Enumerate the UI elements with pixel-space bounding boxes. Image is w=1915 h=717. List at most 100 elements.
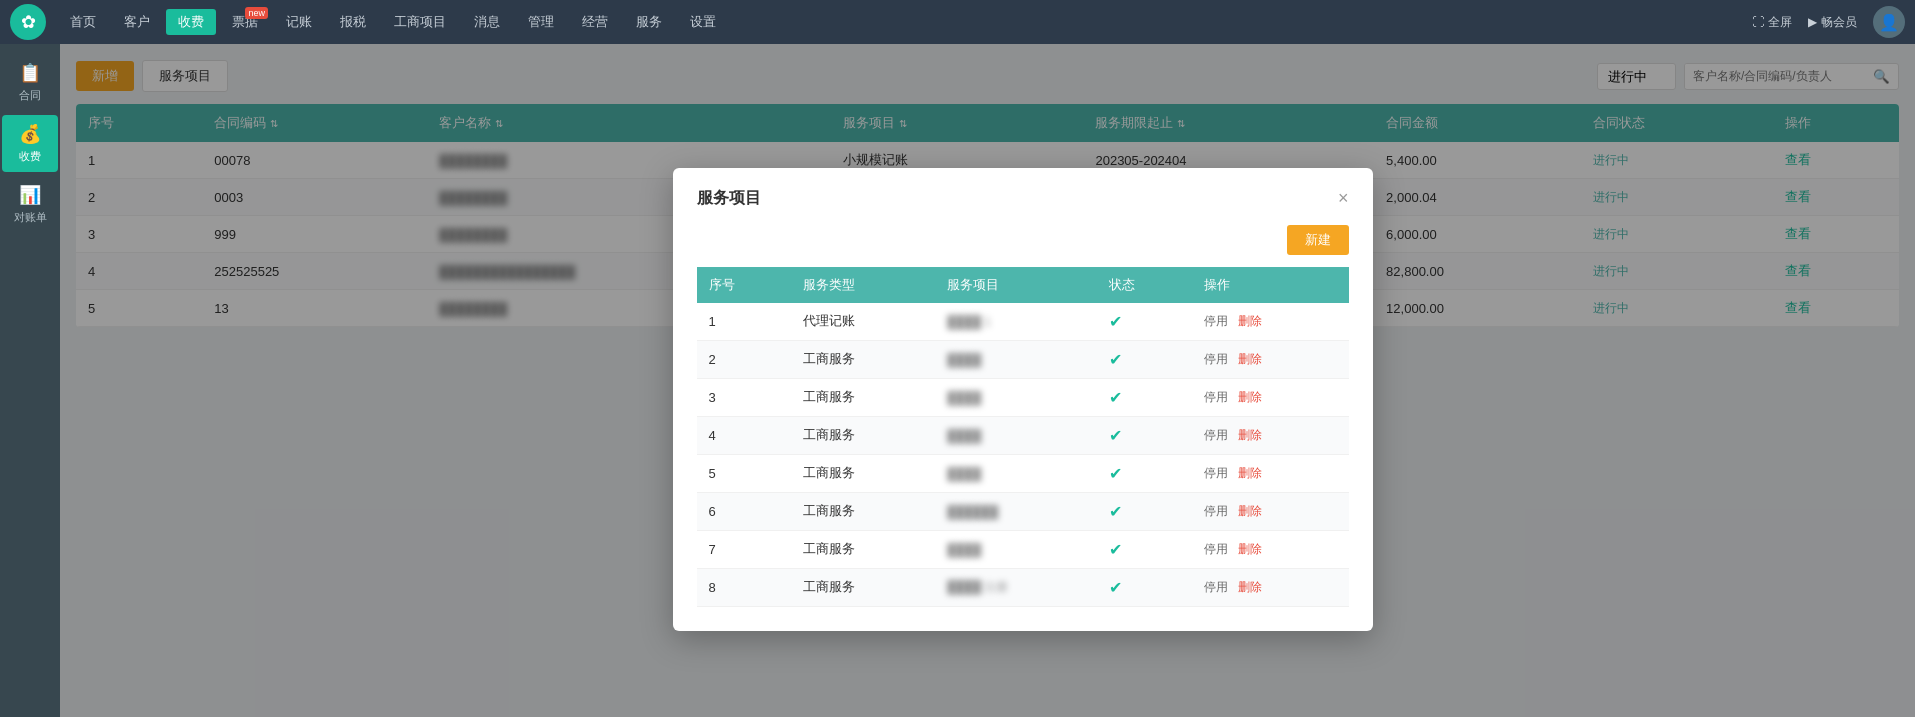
delete-button[interactable]: 删除 xyxy=(1238,466,1262,480)
modal-cell-actions: 停用 删除 xyxy=(1192,568,1349,606)
modal-cell-status: ✔ xyxy=(1097,378,1192,416)
main-layout: 📋 合同 💰 收费 📊 对账单 新增 服务项目 进行中 已结束 全部 xyxy=(0,44,1915,717)
modal-cell-type: 代理记账 xyxy=(791,303,935,341)
modal-col-seq: 序号 xyxy=(697,267,792,303)
stop-button[interactable]: 停用 xyxy=(1204,466,1228,480)
modal-col-item: 服务项目 xyxy=(935,267,1097,303)
modal-cell-actions: 停用 删除 xyxy=(1192,303,1349,341)
play-icon: ▶ xyxy=(1808,15,1817,29)
modal-table-row: 1 代理记账 ████ 1 ✔ 停用 删除 xyxy=(697,303,1349,341)
status-check-icon: ✔ xyxy=(1109,351,1122,368)
modal-cell-actions: 停用 删除 xyxy=(1192,454,1349,492)
delete-button[interactable]: 删除 xyxy=(1238,428,1262,442)
top-navigation: ✿ 首页 客户 收费 票据 new 记账 报税 工商项目 消息 管理 经营 服务… xyxy=(0,0,1915,44)
modal-cell-status: ✔ xyxy=(1097,568,1192,606)
modal-cell-actions: 停用 删除 xyxy=(1192,530,1349,568)
status-check-icon: ✔ xyxy=(1109,541,1122,558)
service-items-table: 序号 服务类型 服务项目 状态 操作 1 代理记账 ████ 1 ✔ 停用 删除… xyxy=(697,267,1349,607)
modal-table-row: 7 工商服务 ████ ✔ 停用 删除 xyxy=(697,530,1349,568)
status-check-icon: ✔ xyxy=(1109,503,1122,520)
modal-cell-seq: 3 xyxy=(697,378,792,416)
modal-cell-seq: 7 xyxy=(697,530,792,568)
sidebar-item-label: 对账单 xyxy=(14,210,47,225)
nav-item-billing[interactable]: 收费 xyxy=(166,9,216,35)
delete-button[interactable]: 删除 xyxy=(1238,504,1262,518)
member-button[interactable]: ▶ 畅会员 xyxy=(1808,14,1857,31)
modal-cell-item: ████ xyxy=(935,530,1097,568)
stop-button[interactable]: 停用 xyxy=(1204,352,1228,366)
modal-cell-type: 工商服务 xyxy=(791,454,935,492)
modal-table-row: 4 工商服务 ████ ✔ 停用 删除 xyxy=(697,416,1349,454)
stop-button[interactable]: 停用 xyxy=(1204,390,1228,404)
modal-new-button[interactable]: 新建 xyxy=(1287,225,1349,255)
modal-cell-seq: 5 xyxy=(697,454,792,492)
sidebar-item-contract[interactable]: 📋 合同 xyxy=(2,54,58,111)
modal-cell-item: ████ xyxy=(935,416,1097,454)
stop-button[interactable]: 停用 xyxy=(1204,428,1228,442)
modal-header-row: 序号 服务类型 服务项目 状态 操作 xyxy=(697,267,1349,303)
nav-item-operation[interactable]: 经营 xyxy=(570,9,620,35)
modal-cell-status: ✔ xyxy=(1097,530,1192,568)
nav-menu: 首页 客户 收费 票据 new 记账 报税 工商项目 消息 管理 经营 服务 设… xyxy=(58,9,1752,35)
sidebar: 📋 合同 💰 收费 📊 对账单 xyxy=(0,44,60,717)
modal-cell-type: 工商服务 xyxy=(791,530,935,568)
modal-close-button[interactable]: × xyxy=(1338,189,1349,207)
nav-item-bookkeeping[interactable]: 记账 xyxy=(274,9,324,35)
fullscreen-icon: ⛶ xyxy=(1752,15,1764,29)
modal-table-row: 8 工商服务 ████ 注册 ✔ 停用 删除 xyxy=(697,568,1349,606)
new-badge: new xyxy=(245,7,268,19)
status-check-icon: ✔ xyxy=(1109,313,1122,330)
stop-button[interactable]: 停用 xyxy=(1204,542,1228,556)
app-logo: ✿ xyxy=(10,4,46,40)
modal-cell-type: 工商服务 xyxy=(791,340,935,378)
modal-cell-type: 工商服务 xyxy=(791,568,935,606)
delete-button[interactable]: 删除 xyxy=(1238,580,1262,594)
sidebar-item-reconciliation[interactable]: 📊 对账单 xyxy=(2,176,58,233)
modal-cell-status: ✔ xyxy=(1097,492,1192,530)
modal-cell-actions: 停用 删除 xyxy=(1192,416,1349,454)
service-items-modal: 服务项目 × 新建 序号 服务类型 服务项目 状态 操作 xyxy=(673,168,1373,631)
modal-cell-actions: 停用 删除 xyxy=(1192,378,1349,416)
contract-icon: 📋 xyxy=(19,62,41,84)
modal-cell-status: ✔ xyxy=(1097,340,1192,378)
nav-item-tax[interactable]: 报税 xyxy=(328,9,378,35)
sidebar-item-label: 收费 xyxy=(19,149,41,164)
nav-item-settings[interactable]: 设置 xyxy=(678,9,728,35)
nav-item-manage[interactable]: 管理 xyxy=(516,9,566,35)
modal-cell-status: ✔ xyxy=(1097,416,1192,454)
main-content: 新增 服务项目 进行中 已结束 全部 🔍 序号 合同编码⇅ xyxy=(60,44,1915,717)
top-nav-right: ⛶ 全屏 ▶ 畅会员 👤 xyxy=(1752,6,1905,38)
modal-header: 服务项目 × xyxy=(697,188,1349,209)
modal-cell-actions: 停用 删除 xyxy=(1192,492,1349,530)
modal-col-status: 状态 xyxy=(1097,267,1192,303)
stop-button[interactable]: 停用 xyxy=(1204,580,1228,594)
billing-icon: 💰 xyxy=(19,123,41,145)
modal-toolbar: 新建 xyxy=(697,225,1349,255)
avatar[interactable]: 👤 xyxy=(1873,6,1905,38)
delete-button[interactable]: 删除 xyxy=(1238,390,1262,404)
modal-table-row: 2 工商服务 ████ ✔ 停用 删除 xyxy=(697,340,1349,378)
delete-button[interactable]: 删除 xyxy=(1238,352,1262,366)
modal-cell-item: ████ xyxy=(935,454,1097,492)
status-check-icon: ✔ xyxy=(1109,427,1122,444)
stop-button[interactable]: 停用 xyxy=(1204,504,1228,518)
nav-item-service[interactable]: 服务 xyxy=(624,9,674,35)
modal-cell-seq: 2 xyxy=(697,340,792,378)
nav-item-home[interactable]: 首页 xyxy=(58,9,108,35)
nav-item-message[interactable]: 消息 xyxy=(462,9,512,35)
delete-button[interactable]: 删除 xyxy=(1238,542,1262,556)
nav-item-invoice[interactable]: 票据 new xyxy=(220,9,270,35)
modal-scroll-area[interactable]: 序号 服务类型 服务项目 状态 操作 1 代理记账 ████ 1 ✔ 停用 删除… xyxy=(697,267,1349,607)
fullscreen-button[interactable]: ⛶ 全屏 xyxy=(1752,14,1792,31)
modal-cell-status: ✔ xyxy=(1097,303,1192,341)
modal-title: 服务项目 xyxy=(697,188,761,209)
sidebar-item-billing[interactable]: 💰 收费 xyxy=(2,115,58,172)
modal-col-type: 服务类型 xyxy=(791,267,935,303)
modal-cell-item: ████ xyxy=(935,378,1097,416)
modal-table-row: 3 工商服务 ████ ✔ 停用 删除 xyxy=(697,378,1349,416)
modal-table-row: 6 工商服务 ██████ ✔ 停用 删除 xyxy=(697,492,1349,530)
stop-button[interactable]: 停用 xyxy=(1204,314,1228,328)
nav-item-business[interactable]: 工商项目 xyxy=(382,9,458,35)
nav-item-customer[interactable]: 客户 xyxy=(112,9,162,35)
delete-button[interactable]: 删除 xyxy=(1238,314,1262,328)
